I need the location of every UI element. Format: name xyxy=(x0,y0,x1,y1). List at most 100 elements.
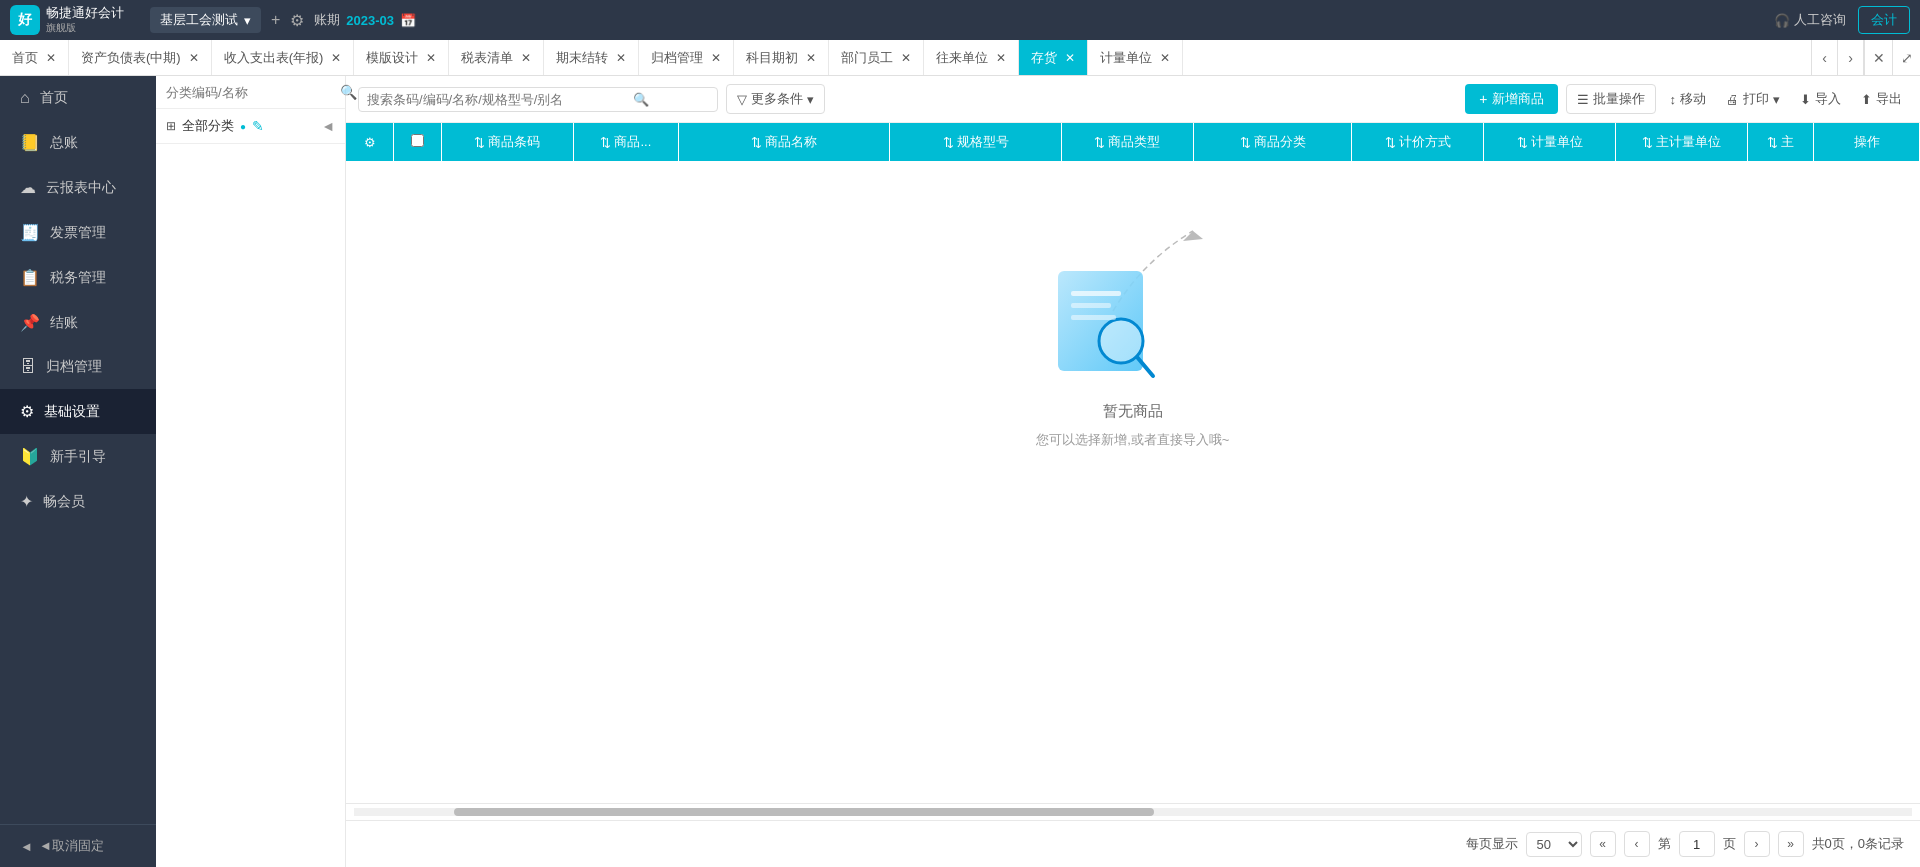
sidebar-unpin[interactable]: ◄ ◄取消固定 xyxy=(0,824,156,867)
page-next-button[interactable]: › xyxy=(1744,831,1770,857)
sidebar-item-settings[interactable]: ⚙ 基础设置 xyxy=(0,389,156,434)
th-checkbox[interactable] xyxy=(394,123,442,161)
grid-icon: ⊞ xyxy=(166,119,176,133)
th-barcode[interactable]: ⇅ 商品条码 xyxy=(441,123,573,161)
th-code[interactable]: ⇅ 商品... xyxy=(573,123,679,161)
sidebar-item-tax[interactable]: 📋 税务管理 xyxy=(0,255,156,300)
company-selector[interactable]: 基层工会测试 ▾ xyxy=(150,7,261,33)
tab-close-all-btn[interactable]: ✕ xyxy=(1864,40,1892,76)
tab-template[interactable]: 模版设计 ✕ xyxy=(354,40,449,76)
tab-dept-close[interactable]: ✕ xyxy=(901,51,911,65)
tab-template-close[interactable]: ✕ xyxy=(426,51,436,65)
tab-subject[interactable]: 科目期初 ✕ xyxy=(734,40,829,76)
th-unit[interactable]: ⇅ 计量单位 xyxy=(1484,123,1616,161)
tab-tax-close[interactable]: ✕ xyxy=(521,51,531,65)
tab-period-end-close[interactable]: ✕ xyxy=(616,51,626,65)
tab-inventory[interactable]: 存货 ✕ xyxy=(1019,40,1088,76)
home-icon: ⌂ xyxy=(20,89,30,107)
tab-period-end[interactable]: 期末结转 ✕ xyxy=(544,40,639,76)
category-edit-icon[interactable]: ✎ xyxy=(252,118,264,134)
page-label: 第 xyxy=(1658,835,1671,853)
calendar-icon[interactable]: 📅 xyxy=(400,13,416,28)
tab-archive[interactable]: 归档管理 ✕ xyxy=(639,40,734,76)
print-button[interactable]: 🖨 打印 ▾ xyxy=(1720,85,1786,113)
sidebar-checkout-label: 结账 xyxy=(50,314,78,332)
sidebar-item-home[interactable]: ⌂ 首页 xyxy=(0,76,156,120)
move-label: 移动 xyxy=(1680,90,1706,108)
sidebar-item-ledger[interactable]: 📒 总账 xyxy=(0,120,156,165)
app-title: 畅捷通好会计 xyxy=(46,5,124,21)
th-spec[interactable]: ⇅ 规格型号 xyxy=(890,123,1062,161)
tab-home[interactable]: 首页 ✕ xyxy=(0,40,69,76)
sidebar-vip-label: 畅会员 xyxy=(43,493,85,511)
tab-unit-close[interactable]: ✕ xyxy=(1160,51,1170,65)
th-price-sort-icon: ⇅ xyxy=(1385,135,1396,150)
product-search-input[interactable] xyxy=(367,92,627,107)
th-name[interactable]: ⇅ 商品名称 xyxy=(679,123,890,161)
batch-operation-button[interactable]: ☰ 批量操作 xyxy=(1566,84,1656,114)
tab-expand-btn[interactable]: ⤢ xyxy=(1892,40,1920,76)
tab-unit[interactable]: 计量单位 ✕ xyxy=(1088,40,1183,76)
gear-icon[interactable]: ⚙ xyxy=(364,135,376,150)
move-button[interactable]: ↕ 移动 xyxy=(1664,85,1713,113)
tab-balance-close[interactable]: ✕ xyxy=(189,51,199,65)
sidebar-item-guide[interactable]: 🔰 新手引导 xyxy=(0,434,156,479)
tab-tax[interactable]: 税表清单 ✕ xyxy=(449,40,544,76)
page-size-select[interactable]: 50 100 200 xyxy=(1526,832,1582,857)
tab-dept[interactable]: 部门员工 ✕ xyxy=(829,40,924,76)
th-class[interactable]: ⇅ 商品分类 xyxy=(1193,123,1351,161)
scrollbar-thumb[interactable] xyxy=(454,808,1154,816)
account-button[interactable]: 会计 xyxy=(1858,6,1910,34)
th-class-label: 商品分类 xyxy=(1254,133,1306,151)
product-search-icon[interactable]: 🔍 xyxy=(633,92,649,107)
pagination-bar: 每页显示 50 100 200 « ‹ 第 页 xyxy=(346,820,1920,867)
sidebar-item-archive[interactable]: 🗄 归档管理 xyxy=(0,345,156,389)
tab-next-btn[interactable]: › xyxy=(1838,40,1864,76)
th-price-method[interactable]: ⇅ 计价方式 xyxy=(1352,123,1484,161)
tab-inventory-close[interactable]: ✕ xyxy=(1065,51,1075,65)
th-gear[interactable]: ⚙ xyxy=(346,123,394,161)
category-search-input[interactable] xyxy=(166,85,334,100)
table-container: ⚙ ⇅ 商品条码 xyxy=(346,123,1920,803)
tab-income-close[interactable]: ✕ xyxy=(331,51,341,65)
import-button[interactable]: ⬇ 导入 xyxy=(1794,85,1847,113)
main-layout: ⌂ 首页 📒 总账 ☁ 云报表中心 🧾 发票管理 📋 税务管理 📌 结账 🗄 归… xyxy=(0,76,1920,867)
th-num3-label: 主 xyxy=(1781,133,1794,151)
horizontal-scrollbar[interactable] xyxy=(346,803,1920,820)
th-barcode-label: 商品条码 xyxy=(488,133,540,151)
page-prev-button[interactable]: ‹ xyxy=(1624,831,1650,857)
settings-icon[interactable]: ⚙ xyxy=(290,11,304,30)
tab-balance[interactable]: 资产负债表(中期) ✕ xyxy=(69,40,212,76)
customer-service[interactable]: 🎧 人工咨询 xyxy=(1774,11,1846,29)
tab-income[interactable]: 收入支出表(年报) ✕ xyxy=(212,40,355,76)
sidebar-item-checkout[interactable]: 📌 结账 xyxy=(0,300,156,345)
tab-tax-label: 税表清单 xyxy=(461,49,513,67)
add-product-button[interactable]: + 新增商品 xyxy=(1465,84,1557,114)
th-num3[interactable]: ⇅ 主 xyxy=(1748,123,1814,161)
tab-partner-close[interactable]: ✕ xyxy=(996,51,1006,65)
th-main-unit[interactable]: ⇅ 主计量单位 xyxy=(1616,123,1748,161)
export-button[interactable]: ⬆ 导出 xyxy=(1855,85,1908,113)
tab-archive-close[interactable]: ✕ xyxy=(711,51,721,65)
tab-home-close[interactable]: ✕ xyxy=(46,51,56,65)
select-all-checkbox[interactable] xyxy=(411,134,424,147)
th-code-sort-icon: ⇅ xyxy=(600,135,611,150)
batch-label: 批量操作 xyxy=(1593,90,1645,108)
page-first-button[interactable]: « xyxy=(1590,831,1616,857)
tab-partner[interactable]: 往来单位 ✕ xyxy=(924,40,1019,76)
page-current-input[interactable] xyxy=(1679,831,1715,857)
category-collapse-icon[interactable]: ◄ xyxy=(321,118,335,134)
tab-prev-btn[interactable]: ‹ xyxy=(1812,40,1838,76)
add-tab-icon[interactable]: + xyxy=(271,11,280,29)
sidebar-item-cloud[interactable]: ☁ 云报表中心 xyxy=(0,165,156,210)
all-category-label[interactable]: 全部分类 xyxy=(182,117,234,135)
page-first-icon: « xyxy=(1599,837,1606,851)
page-last-button[interactable]: » xyxy=(1778,831,1804,857)
print-chevron-icon: ▾ xyxy=(1773,92,1780,107)
filter-button[interactable]: ▽ 更多条件 ▾ xyxy=(726,84,825,114)
th-type[interactable]: ⇅ 商品类型 xyxy=(1061,123,1193,161)
sidebar-item-invoice[interactable]: 🧾 发票管理 xyxy=(0,210,156,255)
sidebar-item-vip[interactable]: ✦ 畅会员 xyxy=(0,479,156,524)
category-header: ⊞ 全部分类 ● ✎ ◄ xyxy=(156,109,345,144)
tab-subject-close[interactable]: ✕ xyxy=(806,51,816,65)
